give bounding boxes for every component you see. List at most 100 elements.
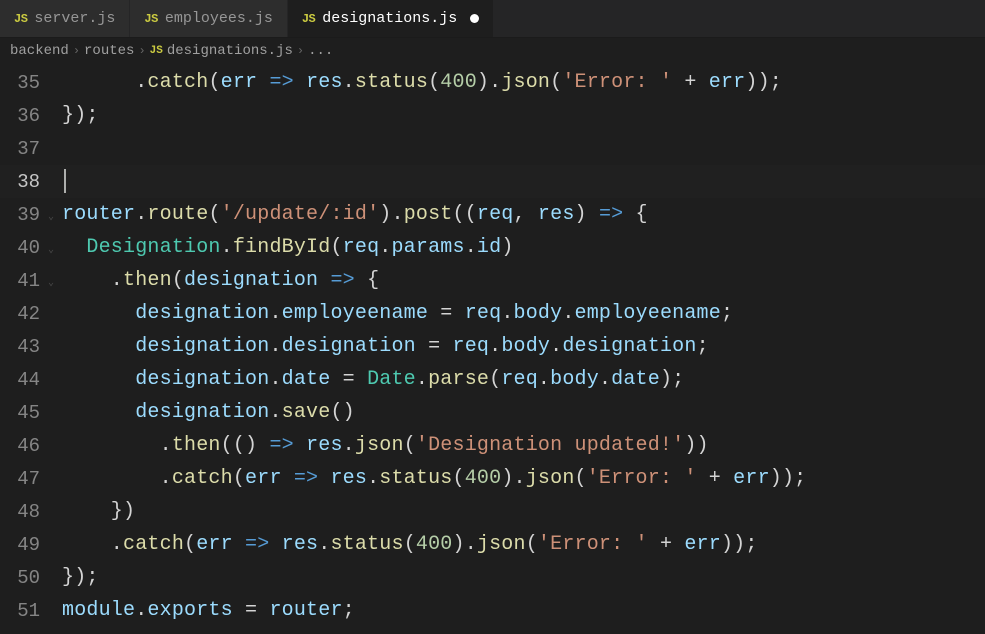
code-content[interactable]: designation.date = Date.parse(req.body.d…: [62, 368, 684, 391]
token-punc: .: [465, 236, 477, 259]
code-line[interactable]: 43 designation.designation = req.body.de…: [0, 330, 985, 363]
fold-icon[interactable]: ⌄: [48, 211, 58, 223]
breadcrumb-symbol[interactable]: ...: [308, 43, 333, 59]
token-punc: .: [269, 302, 281, 325]
code-content[interactable]: .catch(err => res.status(400).json('Erro…: [62, 71, 782, 94]
code-content[interactable]: }): [62, 500, 135, 523]
token-kw: =>: [330, 269, 354, 292]
code-line[interactable]: 37: [0, 132, 985, 165]
token-punc: [294, 71, 306, 94]
token-str: 'Error: ': [562, 71, 672, 94]
token-func: post: [404, 203, 453, 226]
code-line[interactable]: 45 designation.save(): [0, 396, 985, 429]
token-punc: [318, 467, 330, 490]
token-kw: =>: [269, 71, 293, 94]
token-var: designation: [135, 335, 269, 358]
code-line[interactable]: 36});: [0, 99, 985, 132]
code-line[interactable]: 35 .catch(err => res.status(400).json('E…: [0, 66, 985, 99]
token-kw: =>: [245, 533, 269, 556]
token-punc: {: [355, 269, 379, 292]
token-punc: )): [684, 434, 708, 457]
line-number: 37: [0, 138, 62, 160]
token-var: designation: [135, 302, 269, 325]
line-number: 45: [0, 402, 62, 424]
token-func: json: [526, 467, 575, 490]
token-func: catch: [172, 467, 233, 490]
line-number: 49: [0, 534, 62, 556]
token-str: 'Designation updated!': [416, 434, 684, 457]
breadcrumb-segment[interactable]: routes: [84, 43, 134, 59]
token-punc: );: [660, 368, 684, 391]
code-line[interactable]: 40⌄ Designation.findById(req.params.id): [0, 231, 985, 264]
token-prop: body: [550, 368, 599, 391]
token-kw: =>: [269, 434, 293, 457]
code-content[interactable]: });: [62, 566, 99, 589]
token-punc: (: [453, 467, 465, 490]
code-content[interactable]: designation.save(): [62, 401, 355, 424]
token-param: err: [221, 71, 258, 94]
code-line[interactable]: 42 designation.employeename = req.body.e…: [0, 297, 985, 330]
breadcrumb-file[interactable]: designations.js: [167, 43, 293, 59]
code-line[interactable]: 41⌄ .then(designation => {: [0, 264, 985, 297]
token-punc: .: [599, 368, 611, 391]
code-line[interactable]: 50});: [0, 561, 985, 594]
token-var: req: [343, 236, 380, 259]
token-var: designation: [135, 368, 269, 391]
token-prop: params: [391, 236, 464, 259]
token-param: req: [477, 203, 514, 226]
js-file-icon: JS: [14, 12, 27, 26]
chevron-right-icon: ›: [297, 44, 304, 58]
fold-icon[interactable]: ⌄: [48, 244, 58, 256]
code-content[interactable]: ⌄ Designation.findById(req.params.id): [62, 236, 514, 259]
code-line[interactable]: 39⌄router.route('/update/:id').post((req…: [0, 198, 985, 231]
tab-employees-js[interactable]: JSemployees.js: [130, 0, 287, 37]
token-punc: .: [135, 599, 147, 622]
token-punc: ;: [697, 335, 709, 358]
code-content[interactable]: .then(() => res.json('Designation update…: [62, 434, 709, 457]
fold-icon[interactable]: ⌄: [48, 277, 58, 289]
token-punc: ));: [770, 467, 807, 490]
tab-server-js[interactable]: JSserver.js: [0, 0, 130, 37]
token-punc: (: [233, 467, 245, 490]
token-punc: (: [208, 203, 220, 226]
code-line[interactable]: 47 .catch(err => res.status(400).json('E…: [0, 462, 985, 495]
code-content[interactable]: ⌄router.route('/update/:id').post((req, …: [62, 203, 648, 226]
token-param: err: [196, 533, 233, 556]
token-func: then: [172, 434, 221, 457]
code-line[interactable]: 49 .catch(err => res.status(400).json('E…: [0, 528, 985, 561]
code-line[interactable]: 38: [0, 165, 985, 198]
code-editor[interactable]: 35 .catch(err => res.status(400).json('E…: [0, 64, 985, 627]
line-number: 47: [0, 468, 62, 490]
code-line[interactable]: 46 .then(() => res.json('Designation upd…: [0, 429, 985, 462]
token-var: designation: [135, 401, 269, 424]
tab-designations-js[interactable]: JSdesignations.js: [288, 0, 494, 37]
token-punc: .: [367, 467, 379, 490]
token-str: 'Error: ': [587, 467, 697, 490]
token-punc: ).: [379, 203, 403, 226]
token-punc: }): [62, 500, 135, 523]
code-content[interactable]: [62, 169, 66, 193]
breadcrumb[interactable]: backend›routes›JS designations.js›...: [0, 38, 985, 64]
token-punc: .: [62, 269, 123, 292]
token-punc: .: [269, 335, 281, 358]
code-content[interactable]: designation.employeename = req.body.empl…: [62, 302, 733, 325]
token-punc: ;: [721, 302, 733, 325]
line-number: 35: [0, 72, 62, 94]
code-content[interactable]: });: [62, 104, 99, 127]
code-content[interactable]: .catch(err => res.status(400).json('Erro…: [62, 467, 806, 490]
token-str: '/update/:id': [221, 203, 380, 226]
token-punc: [318, 269, 330, 292]
js-file-icon: JS: [144, 12, 157, 26]
code-line[interactable]: 44 designation.date = Date.parse(req.bod…: [0, 363, 985, 396]
breadcrumb-segment[interactable]: backend: [10, 43, 69, 59]
code-content[interactable]: module.exports = router;: [62, 599, 355, 622]
code-line[interactable]: 48 }): [0, 495, 985, 528]
code-content[interactable]: designation.designation = req.body.desig…: [62, 335, 709, 358]
code-content[interactable]: .catch(err => res.status(400).json('Erro…: [62, 533, 758, 556]
code-content[interactable]: ⌄ .then(designation => {: [62, 269, 379, 292]
token-punc: ));: [745, 71, 782, 94]
token-class: Designation: [86, 236, 220, 259]
token-punc: ));: [721, 533, 758, 556]
token-func: save: [282, 401, 331, 424]
code-line[interactable]: 51module.exports = router;: [0, 594, 985, 627]
